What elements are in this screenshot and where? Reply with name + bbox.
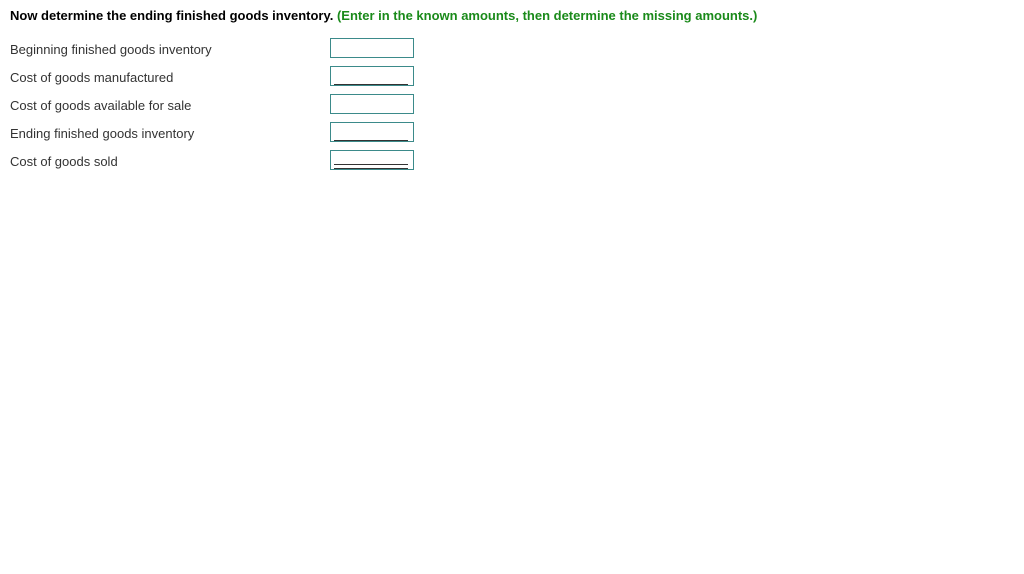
- label-cogas: Cost of goods available for sale: [10, 91, 330, 119]
- input-cogas[interactable]: [330, 94, 414, 114]
- finished-goods-form: Beginning finished goods inventory Cost …: [10, 35, 412, 175]
- row-cogas: Cost of goods available for sale: [10, 91, 412, 119]
- row-beginning-inventory: Beginning finished goods inventory: [10, 35, 412, 63]
- row-cogs: Cost of goods sold: [10, 147, 412, 175]
- label-cogm: Cost of goods manufactured: [10, 63, 330, 91]
- label-ending-inventory: Ending finished goods inventory: [10, 119, 330, 147]
- label-beginning-inventory: Beginning finished goods inventory: [10, 35, 330, 63]
- instruction-hint: (Enter in the known amounts, then determ…: [337, 8, 757, 23]
- instruction-main: Now determine the ending finished goods …: [10, 8, 333, 23]
- input-ending-inventory[interactable]: [330, 122, 414, 142]
- label-cogs: Cost of goods sold: [10, 147, 330, 175]
- row-ending-inventory: Ending finished goods inventory: [10, 119, 412, 147]
- input-cogs[interactable]: [330, 150, 414, 170]
- row-cogm: Cost of goods manufactured: [10, 63, 412, 91]
- input-cogm[interactable]: [330, 66, 414, 86]
- input-beginning-inventory[interactable]: [330, 38, 414, 58]
- instruction-line: Now determine the ending finished goods …: [10, 8, 1014, 23]
